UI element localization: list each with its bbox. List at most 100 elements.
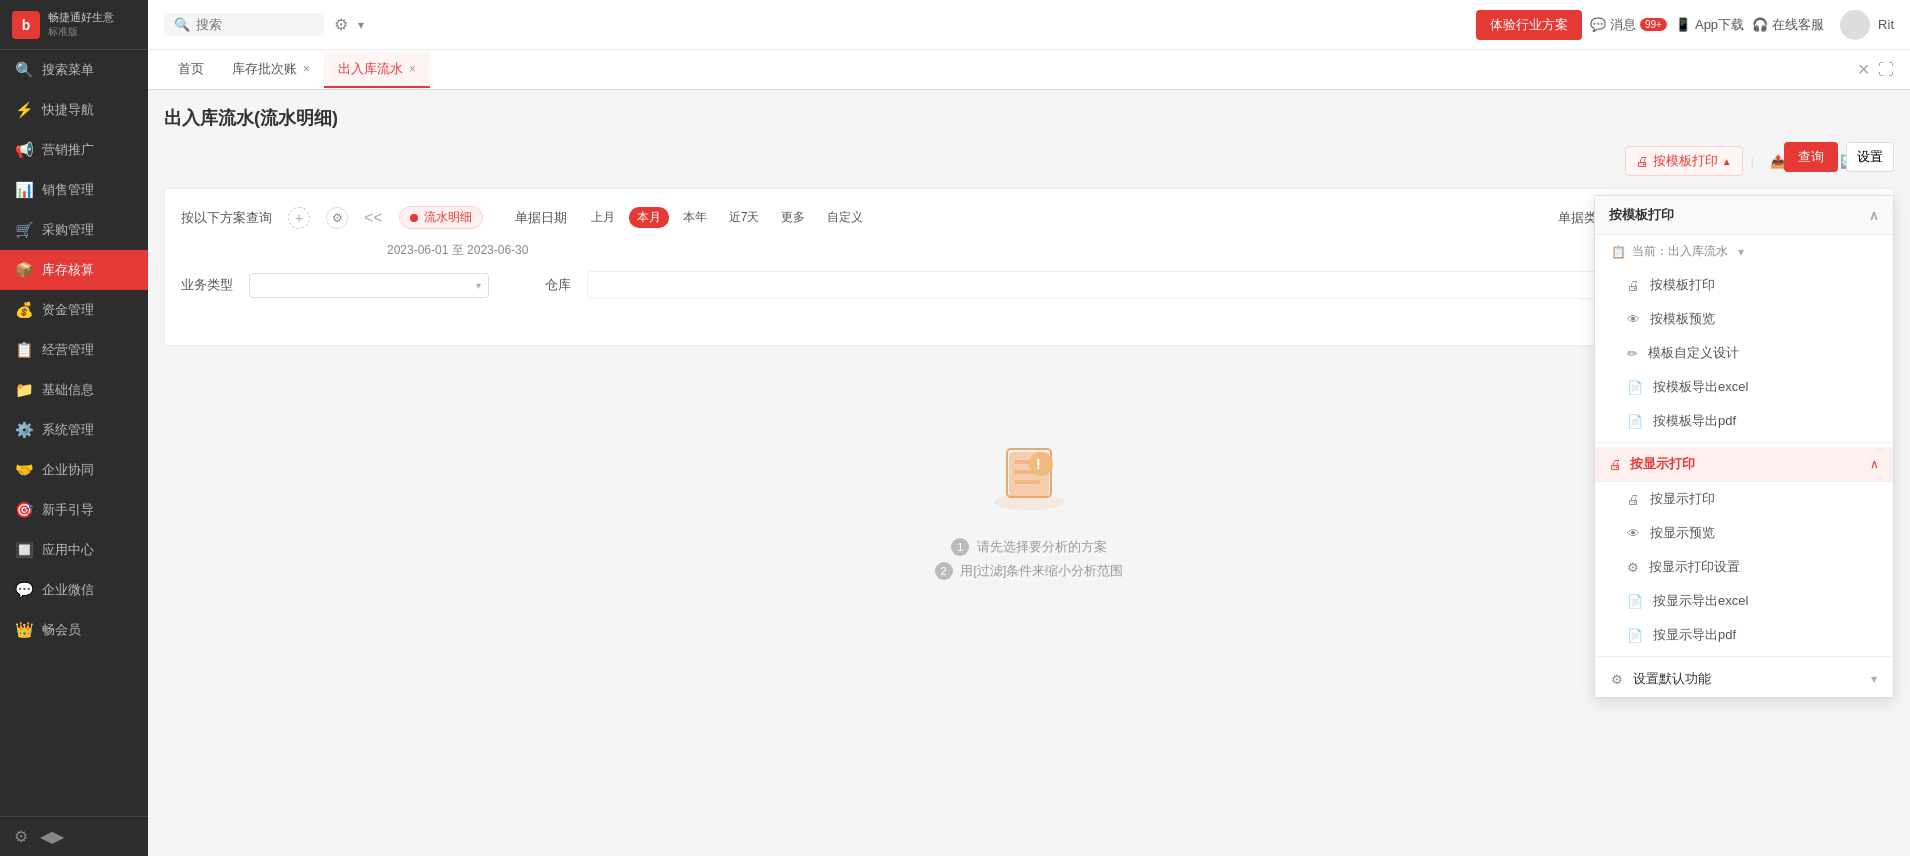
app-logo-icon: b — [12, 11, 40, 39]
tab-bar: 首页库存批次账× 出入库流水 × ✕ ⛶ — [148, 50, 1910, 90]
filter-add-btn[interactable]: + — [288, 207, 310, 229]
tab-expand-icon[interactable]: ⛶ — [1878, 61, 1894, 79]
template-pdf-item[interactable]: 📄 按模板导出pdf — [1595, 404, 1893, 438]
sidebar-icon-search: 🔍 — [14, 60, 34, 80]
display-preview-icon: 👁 — [1627, 526, 1640, 541]
date-tab-this-month[interactable]: 本月 — [629, 207, 669, 228]
dropdown-header-label: 按模板打印 — [1609, 206, 1674, 224]
date-tab-more[interactable]: 更多 — [773, 207, 813, 228]
query-btn[interactable]: 查询 — [1784, 142, 1838, 172]
display-print-item[interactable]: 🖨 按显示打印 — [1595, 482, 1893, 516]
svg-rect-5 — [1014, 480, 1040, 484]
user-avatar[interactable] — [1840, 10, 1870, 40]
printer-icon: 🖨 — [1627, 278, 1640, 293]
display-preview-item[interactable]: 👁 按显示预览 — [1595, 516, 1893, 550]
page-content: 出入库流水(流水明细) 🖨 按模板打印 ▲ | 📤 导出 🔄 刷新 按以下方案查… — [148, 90, 1910, 856]
display-section-icon: 🖨 — [1609, 457, 1622, 472]
template-excel-item[interactable]: 📄 按模板导出excel — [1595, 370, 1893, 404]
tab-home[interactable]: 首页 — [164, 52, 218, 88]
sidebar-item-inventory[interactable]: 📦 库存核算 — [0, 250, 148, 290]
sidebar-item-sales[interactable]: 📊 销售管理 — [0, 170, 148, 210]
sidebar-item-guide[interactable]: 🎯 新手引导 — [0, 490, 148, 530]
pdf-icon-1: 📄 — [1627, 414, 1643, 429]
sidebar-label-search: 搜索菜单 — [42, 61, 94, 79]
settings-btn[interactable]: 设置 — [1846, 142, 1894, 172]
filter-date-tabs: 上月本月本年近7天更多自定义 — [583, 207, 872, 228]
sidebar-item-search[interactable]: 🔍 搜索菜单 — [0, 50, 148, 90]
tab-close-batch-account[interactable]: × — [303, 62, 310, 76]
display-excel-item[interactable]: 📄 按显示导出excel — [1595, 584, 1893, 618]
display-section-label: 按显示打印 — [1630, 455, 1695, 473]
biz-type-label: 业务类型 — [181, 276, 233, 294]
date-tab-last-month[interactable]: 上月 — [583, 207, 623, 228]
search-input[interactable] — [196, 17, 296, 32]
display-section: 🖨 按显示打印 👁 按显示预览 ⚙ 按显示打印设置 📄 按显示导出excel 📄 — [1595, 482, 1893, 652]
date-tab-this-year[interactable]: 本年 — [675, 207, 715, 228]
filter-collapse-btn[interactable]: << — [364, 209, 383, 227]
design-icon: ✏ — [1627, 346, 1638, 361]
settings-icon[interactable]: ⚙ — [14, 827, 28, 846]
display-pdf-item[interactable]: 📄 按显示导出pdf — [1595, 618, 1893, 652]
app-download-btn[interactable]: 📱 App下载 — [1675, 16, 1744, 34]
tab-close-inout-flow[interactable]: × — [409, 62, 416, 76]
sidebar-icon-apps: 🔲 — [14, 540, 34, 560]
current-arrow[interactable]: ▾ — [1738, 245, 1744, 259]
search-icon: 🔍 — [174, 17, 190, 32]
filter-tag-dot — [410, 214, 418, 222]
date-tab-last-7[interactable]: 近7天 — [721, 207, 768, 228]
tab-batch-account[interactable]: 库存批次账× — [218, 52, 324, 88]
header-dropdown-arrow[interactable]: ▾ — [358, 18, 364, 32]
dropdown-panel: 按模板打印 ∧ 📋 当前：出入库流水 ▾ 🖨 按模板打印 👁 按模板预览 — [1594, 195, 1894, 698]
template-custom-item[interactable]: ✏ 模板自定义设计 — [1595, 336, 1893, 370]
date-tab-custom[interactable]: 自定义 — [819, 207, 871, 228]
excel-icon-1: 📄 — [1627, 380, 1643, 395]
main-content: 🔍 ⚙ ▾ 体验行业方案 💬 消息 99+ 📱 App下载 🎧 在线客服 Rit — [148, 0, 1910, 856]
app-version: 标准版 — [48, 25, 114, 39]
dropdown-collapse-icon[interactable]: ∧ — [1869, 208, 1879, 223]
sidebar-item-member[interactable]: 👑 畅会员 — [0, 610, 148, 650]
sidebar-nav: 🔍 搜索菜单 ⚡ 快捷导航 📢 营销推广 📊 销售管理 🛒 采购管理 📦 库存核… — [0, 50, 148, 816]
query-settings-bar: 查询 设置 — [1784, 142, 1894, 172]
tab-inout-flow[interactable]: 出入库流水 × — [324, 52, 430, 88]
sidebar-item-finance[interactable]: 💰 资金管理 — [0, 290, 148, 330]
biz-type-select[interactable] — [249, 273, 489, 298]
sidebar-icon-system: ⚙️ — [14, 420, 34, 440]
sidebar-item-marketing[interactable]: 📢 营销推广 — [0, 130, 148, 170]
template-print-item[interactable]: 🖨 按模板打印 — [1595, 268, 1893, 302]
sidebar-item-system[interactable]: ⚙️ 系统管理 — [0, 410, 148, 450]
chevron-up-icon: ▲ — [1722, 156, 1732, 167]
template-pdf-label: 按模板导出pdf — [1653, 412, 1736, 430]
sidebar-item-basics[interactable]: 📁 基础信息 — [0, 370, 148, 410]
filter-settings-btn[interactable]: ⚙ — [326, 207, 348, 229]
industry-btn[interactable]: 体验行业方案 — [1476, 10, 1582, 40]
display-settings-item[interactable]: ⚙ 按显示打印设置 — [1595, 550, 1893, 584]
toolbar: 🖨 按模板打印 ▲ | 📤 导出 🔄 刷新 — [164, 146, 1894, 176]
default-section-item[interactable]: ⚙ 设置默认功能 ▾ — [1595, 661, 1893, 697]
sidebar-item-apps[interactable]: 🔲 应用中心 — [0, 530, 148, 570]
print-template-btn[interactable]: 🖨 按模板打印 ▲ — [1625, 146, 1743, 176]
tab-close-all-icon[interactable]: ✕ — [1857, 60, 1870, 79]
header-gear-icon[interactable]: ⚙ — [334, 15, 348, 34]
template-preview-item[interactable]: 👁 按模板预览 — [1595, 302, 1893, 336]
tab-bar-right: ✕ ⛶ — [1857, 60, 1894, 79]
sidebar-label-sales: 销售管理 — [42, 181, 94, 199]
message-badge: 99+ — [1640, 18, 1667, 31]
sidebar-item-collab[interactable]: 🤝 企业协同 — [0, 450, 148, 490]
online-service-btn[interactable]: 🎧 在线客服 — [1752, 16, 1824, 34]
sidebar-item-operations[interactable]: 📋 经营管理 — [0, 330, 148, 370]
sidebar-item-quick-nav[interactable]: ⚡ 快捷导航 — [0, 90, 148, 130]
warehouse-input[interactable] — [598, 278, 766, 293]
current-label-text: 当前：出入库流水 — [1632, 243, 1728, 260]
message-btn[interactable]: 💬 消息 99+ — [1590, 16, 1667, 34]
template-print-label: 按模板打印 — [1650, 276, 1715, 294]
header-search-box: 🔍 — [164, 13, 324, 36]
filter-tag: 流水明细 — [399, 206, 483, 229]
sidebar-label-system: 系统管理 — [42, 421, 94, 439]
collapse-icon[interactable]: ◀▶ — [40, 827, 64, 846]
display-section-arrow[interactable]: ∧ — [1870, 457, 1879, 471]
tab-label-inout-flow: 出入库流水 — [338, 60, 403, 78]
sidebar-item-purchase[interactable]: 🛒 采购管理 — [0, 210, 148, 250]
hint1-text: 请先选择要分析的方案 — [977, 539, 1107, 554]
sidebar-item-wechat[interactable]: 💬 企业微信 — [0, 570, 148, 610]
filter-tag-label: 流水明细 — [424, 209, 472, 226]
